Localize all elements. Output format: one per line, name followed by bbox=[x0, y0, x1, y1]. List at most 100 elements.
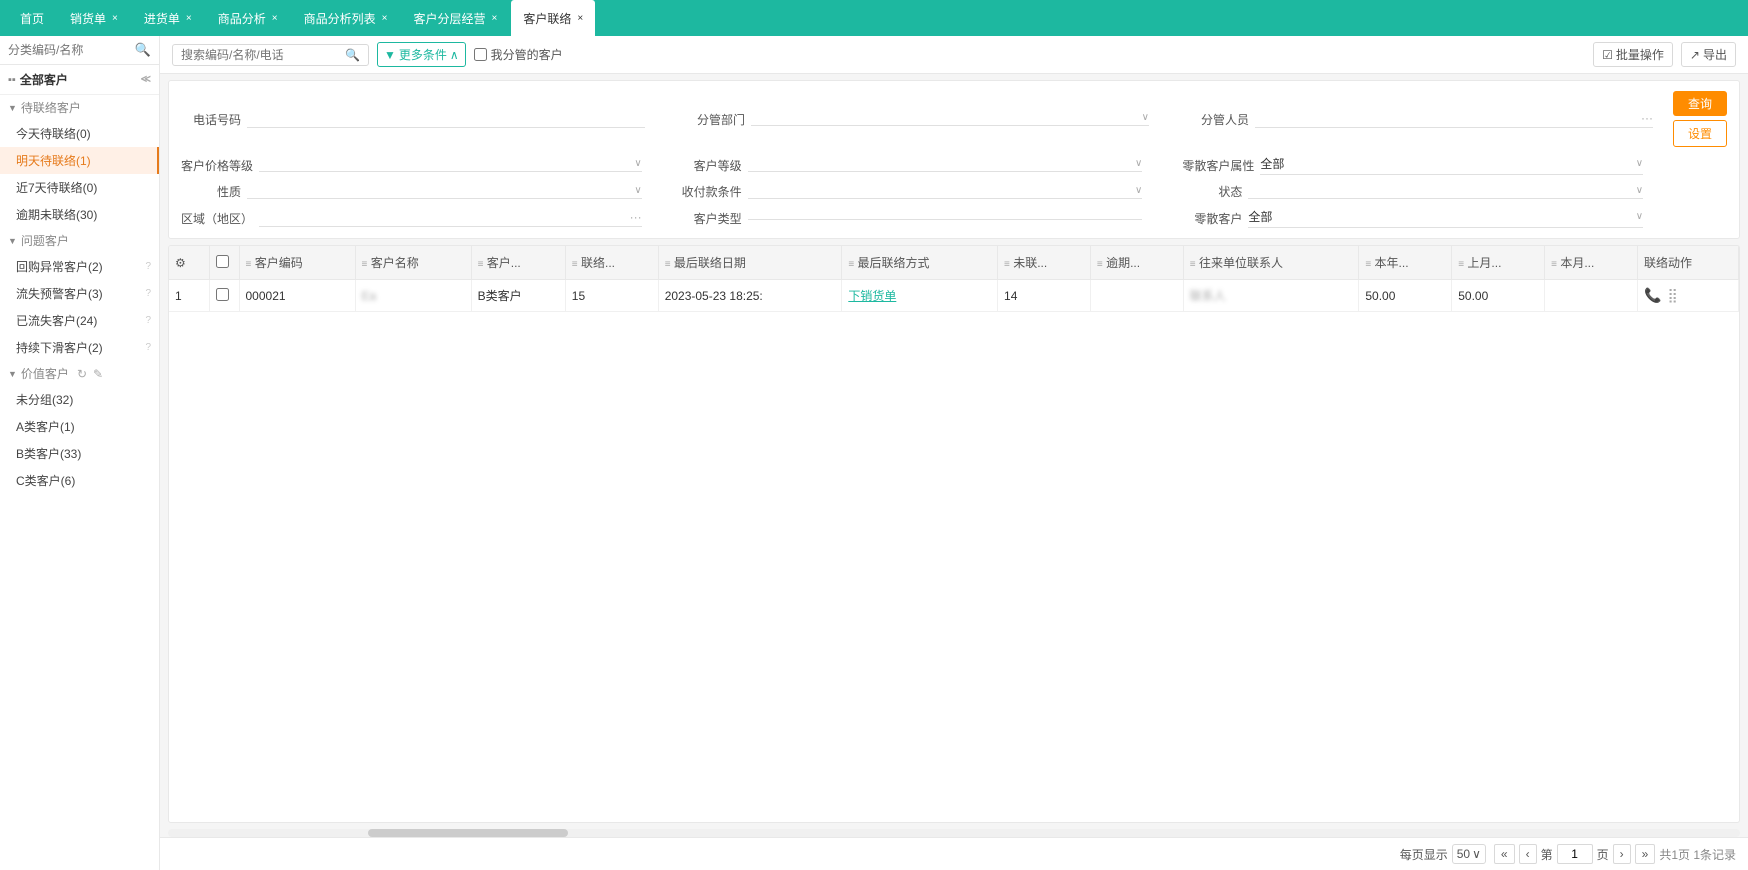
sidebar-item-churned[interactable]: 已流失客户(24) ? bbox=[0, 307, 159, 334]
nav-product-analysis[interactable]: 商品分析 × bbox=[206, 0, 290, 36]
refresh-icon[interactable]: ↻ bbox=[77, 367, 87, 381]
scrollbar-thumb[interactable] bbox=[368, 829, 568, 837]
search-icon[interactable]: 🔍 bbox=[345, 48, 360, 62]
sidebar-item-churn-warning[interactable]: 流失预警客户(3) ? bbox=[0, 280, 159, 307]
table-row: 1 000021 Ea B类客户 15 2023-05-23 18:25: 下销… bbox=[169, 280, 1739, 312]
chevron-icon: ≪ bbox=[141, 74, 151, 85]
sidebar-item-class-b[interactable]: B类客户(33) bbox=[0, 440, 159, 467]
search-input[interactable] bbox=[181, 48, 341, 62]
sidebar-search-input[interactable] bbox=[8, 43, 131, 57]
row-type: B类客户 bbox=[471, 280, 565, 312]
sidebar-item-7days[interactable]: 近7天待联络(0) bbox=[0, 174, 159, 201]
dots-icon: ··· bbox=[1641, 111, 1653, 125]
chevron-down-icon: ∨ bbox=[1636, 185, 1643, 196]
nav-customer-contact[interactable]: 客户联络 × bbox=[511, 0, 595, 36]
filter-icon: ▼ bbox=[384, 48, 396, 62]
nav-product-analysis-list-label: 商品分析列表 bbox=[304, 10, 376, 27]
query-button[interactable]: 查询 bbox=[1673, 91, 1727, 116]
call-icon[interactable]: 📞 bbox=[1644, 287, 1661, 304]
main-layout: 🔍 ▪▪ 全部客户 ≪ ▼ 待联络客户 今天待联络(0) 明天待联络(1) 近7… bbox=[0, 36, 1748, 870]
customer-name-blurred: Ea bbox=[362, 289, 377, 303]
filter-price-level: 客户价格等级 ∨ bbox=[181, 157, 642, 174]
first-page-button[interactable]: « bbox=[1494, 844, 1515, 864]
next-page-button[interactable]: › bbox=[1613, 844, 1631, 864]
filter-nature: 性质 ∨ bbox=[181, 183, 642, 200]
customers-table: ⚙ ≡ 客户编码 ≡ 客户名称 bbox=[169, 246, 1739, 312]
sidebar-all-customers[interactable]: ▪▪ 全部客户 ≪ bbox=[0, 65, 159, 95]
close-icon[interactable]: × bbox=[577, 13, 583, 24]
nav-purchase-order[interactable]: 进货单 × bbox=[132, 0, 204, 36]
nav-sales-order[interactable]: 销货单 × bbox=[58, 0, 130, 36]
more-icon[interactable]: ⣿ bbox=[1667, 287, 1677, 304]
row-last-date: 2023-05-23 18:25: bbox=[658, 280, 842, 312]
filter-phone-input[interactable] bbox=[247, 111, 645, 128]
filter-nature-label: 性质 bbox=[181, 183, 241, 200]
sidebar-item-class-c[interactable]: C类客户(6) bbox=[0, 467, 159, 494]
section-problem-label: 问题客户 bbox=[21, 232, 69, 249]
horizontal-scrollbar[interactable] bbox=[168, 829, 1740, 837]
export-button[interactable]: ↗ 导出 bbox=[1681, 42, 1736, 67]
filter-dept-select[interactable]: ∨ bbox=[751, 112, 1149, 126]
sidebar-item-repurchase-abnormal[interactable]: 回购异常客户(2) ? bbox=[0, 253, 159, 280]
chevron-down-icon: ∨ bbox=[1142, 112, 1149, 123]
filter-retail-attr-select[interactable]: 全部 ∨ bbox=[1260, 155, 1643, 175]
filter-manager-select[interactable]: ··· bbox=[1255, 111, 1653, 128]
my-customers-checkbox[interactable] bbox=[474, 48, 487, 61]
col-last-method: ≡ 最后联络方式 bbox=[842, 246, 998, 280]
row-contact-count: 15 bbox=[565, 280, 658, 312]
filter-price-select[interactable]: ∨ bbox=[259, 158, 642, 172]
filter-nature-select[interactable]: ∨ bbox=[247, 185, 642, 199]
section-pending-contact[interactable]: ▼ 待联络客户 bbox=[0, 95, 159, 120]
nav-product-analysis-list[interactable]: 商品分析列表 × bbox=[292, 0, 400, 36]
my-customers-checkbox-wrap[interactable]: 我分管的客户 bbox=[474, 46, 563, 63]
nav-home[interactable]: 首页 bbox=[8, 0, 56, 36]
col-contact-count: ≡ 联络... bbox=[565, 246, 658, 280]
close-icon[interactable]: × bbox=[491, 13, 497, 24]
filter-retail-attr-label: 零散客户属性 bbox=[1182, 157, 1254, 174]
filter-retail-customer-select[interactable]: 全部 ∨ bbox=[1248, 208, 1643, 228]
section-problem-customers[interactable]: ▼ 问题客户 bbox=[0, 228, 159, 253]
col-checkbox[interactable] bbox=[209, 246, 239, 280]
sidebar-item-ungrouped[interactable]: 未分组(32) bbox=[0, 386, 159, 413]
gear-icon[interactable]: ⚙ bbox=[175, 256, 186, 270]
col-this-month: ≡ 本月... bbox=[1545, 246, 1638, 280]
last-page-button[interactable]: » bbox=[1635, 844, 1656, 864]
last-method-link[interactable]: 下销货单 bbox=[848, 289, 896, 303]
sidebar-item-declining[interactable]: 持续下滑客户(2) ? bbox=[0, 334, 159, 361]
col-settings[interactable]: ⚙ bbox=[169, 246, 209, 280]
nav-customer-segmentation[interactable]: 客户分层经营 × bbox=[401, 0, 509, 36]
row-select-checkbox[interactable] bbox=[216, 288, 229, 301]
settings-button[interactable]: 设置 bbox=[1673, 120, 1727, 147]
chevron-down-icon: ∨ bbox=[1135, 185, 1142, 196]
sidebar-item-tomorrow[interactable]: 明天待联络(1) bbox=[0, 147, 159, 174]
edit-icon[interactable]: ✎ bbox=[93, 367, 103, 381]
select-all-checkbox[interactable] bbox=[216, 255, 229, 268]
close-icon[interactable]: × bbox=[186, 13, 192, 24]
filter-region-select[interactable]: ··· bbox=[259, 210, 642, 227]
close-icon[interactable]: × bbox=[272, 13, 278, 24]
col-type: ≡ 客户... bbox=[471, 246, 565, 280]
close-icon[interactable]: × bbox=[382, 13, 388, 24]
sidebar-item-class-a[interactable]: A类客户(1) bbox=[0, 413, 159, 440]
page-input[interactable] bbox=[1557, 844, 1593, 864]
col-code: ≡ 客户编码 bbox=[239, 246, 355, 280]
filter-customer-type-select[interactable] bbox=[748, 217, 1143, 220]
filter-status-select[interactable]: ∨ bbox=[1248, 185, 1643, 199]
page-size-select[interactable]: 50 ∨ bbox=[1452, 844, 1486, 864]
prev-page-button[interactable]: ‹ bbox=[1519, 844, 1537, 864]
batch-btn-label: 批量操作 bbox=[1616, 46, 1664, 63]
batch-button[interactable]: ☑ 批量操作 bbox=[1593, 42, 1673, 67]
sidebar-item-today[interactable]: 今天待联络(0) bbox=[0, 120, 159, 147]
sidebar-search-icon[interactable]: 🔍 bbox=[135, 42, 151, 58]
filter-customer-level-select[interactable]: ∨ bbox=[748, 158, 1143, 172]
row-checkbox[interactable] bbox=[209, 280, 239, 312]
phone-input-field[interactable] bbox=[247, 111, 645, 125]
col-last-month: ≡ 上月... bbox=[1452, 246, 1545, 280]
close-icon[interactable]: × bbox=[112, 13, 118, 24]
more-filter-button[interactable]: ▼ 更多条件 ∧ bbox=[377, 42, 466, 67]
sidebar-item-overdue[interactable]: 逾期未联络(30) bbox=[0, 201, 159, 228]
row-last-method[interactable]: 下销货单 bbox=[842, 280, 998, 312]
filter-payment-select[interactable]: ∨ bbox=[748, 185, 1143, 199]
section-value-customers[interactable]: ▼ 价值客户 ↻ ✎ bbox=[0, 361, 159, 386]
nav-product-analysis-label: 商品分析 bbox=[218, 10, 266, 27]
